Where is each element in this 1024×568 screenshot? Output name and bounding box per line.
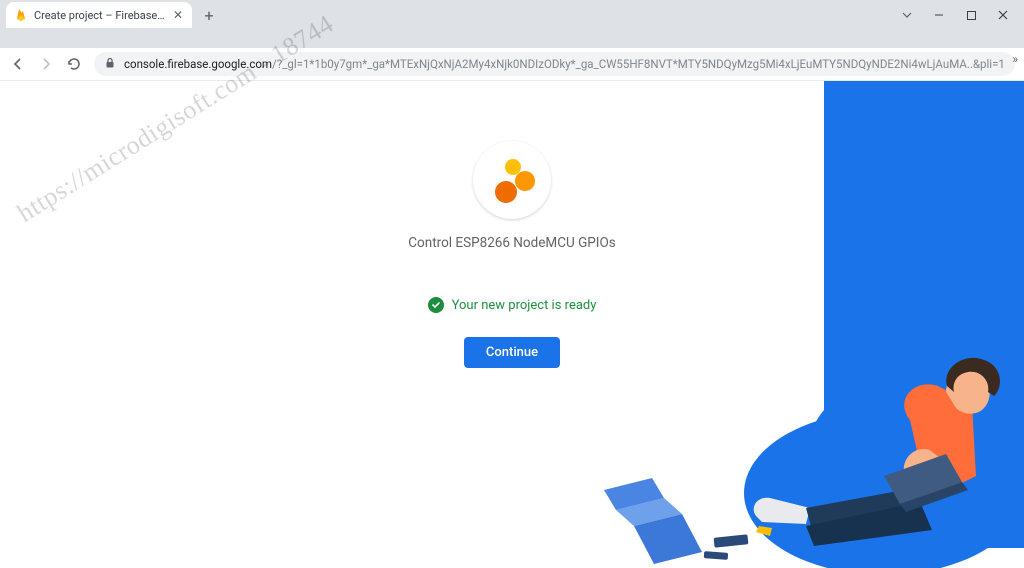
status-text: Your new project is ready bbox=[452, 298, 597, 313]
browser-toolbar: console.firebase.google.com/?_gl=1*1b0y7… bbox=[0, 48, 1024, 81]
new-tab-button[interactable]: + bbox=[198, 4, 220, 26]
project-name: Control ESP8266 NodeMCU GPIOs bbox=[408, 235, 615, 251]
minimize-icon[interactable] bbox=[930, 6, 948, 24]
forward-button[interactable] bbox=[38, 54, 54, 74]
lock-icon bbox=[104, 57, 116, 72]
reload-button[interactable] bbox=[66, 54, 82, 74]
continue-button[interactable]: Continue bbox=[464, 337, 560, 368]
overflow-indicator: » bbox=[1012, 52, 1018, 66]
tab-strip: Create project – Firebase console ✕ + bbox=[0, 0, 1024, 28]
tab-close-icon[interactable]: ✕ bbox=[172, 9, 184, 21]
status-row: Your new project is ready bbox=[428, 297, 597, 313]
page-content: Control ESP8266 NodeMCU GPIOs Your new p… bbox=[0, 81, 1024, 548]
project-ready-panel: Control ESP8266 NodeMCU GPIOs Your new p… bbox=[0, 141, 1024, 368]
firebase-favicon bbox=[14, 8, 28, 22]
check-circle-icon bbox=[428, 297, 444, 313]
maximize-icon[interactable] bbox=[962, 6, 980, 24]
tab-title: Create project – Firebase console bbox=[34, 9, 166, 22]
chevron-down-icon[interactable] bbox=[898, 6, 916, 24]
back-button[interactable] bbox=[10, 54, 26, 74]
project-icon bbox=[473, 141, 551, 219]
close-icon[interactable] bbox=[994, 6, 1012, 24]
browser-chrome: Create project – Firebase console ✕ + bbox=[0, 0, 1024, 48]
window-controls bbox=[890, 2, 1020, 28]
browser-tab[interactable]: Create project – Firebase console ✕ bbox=[6, 2, 192, 28]
